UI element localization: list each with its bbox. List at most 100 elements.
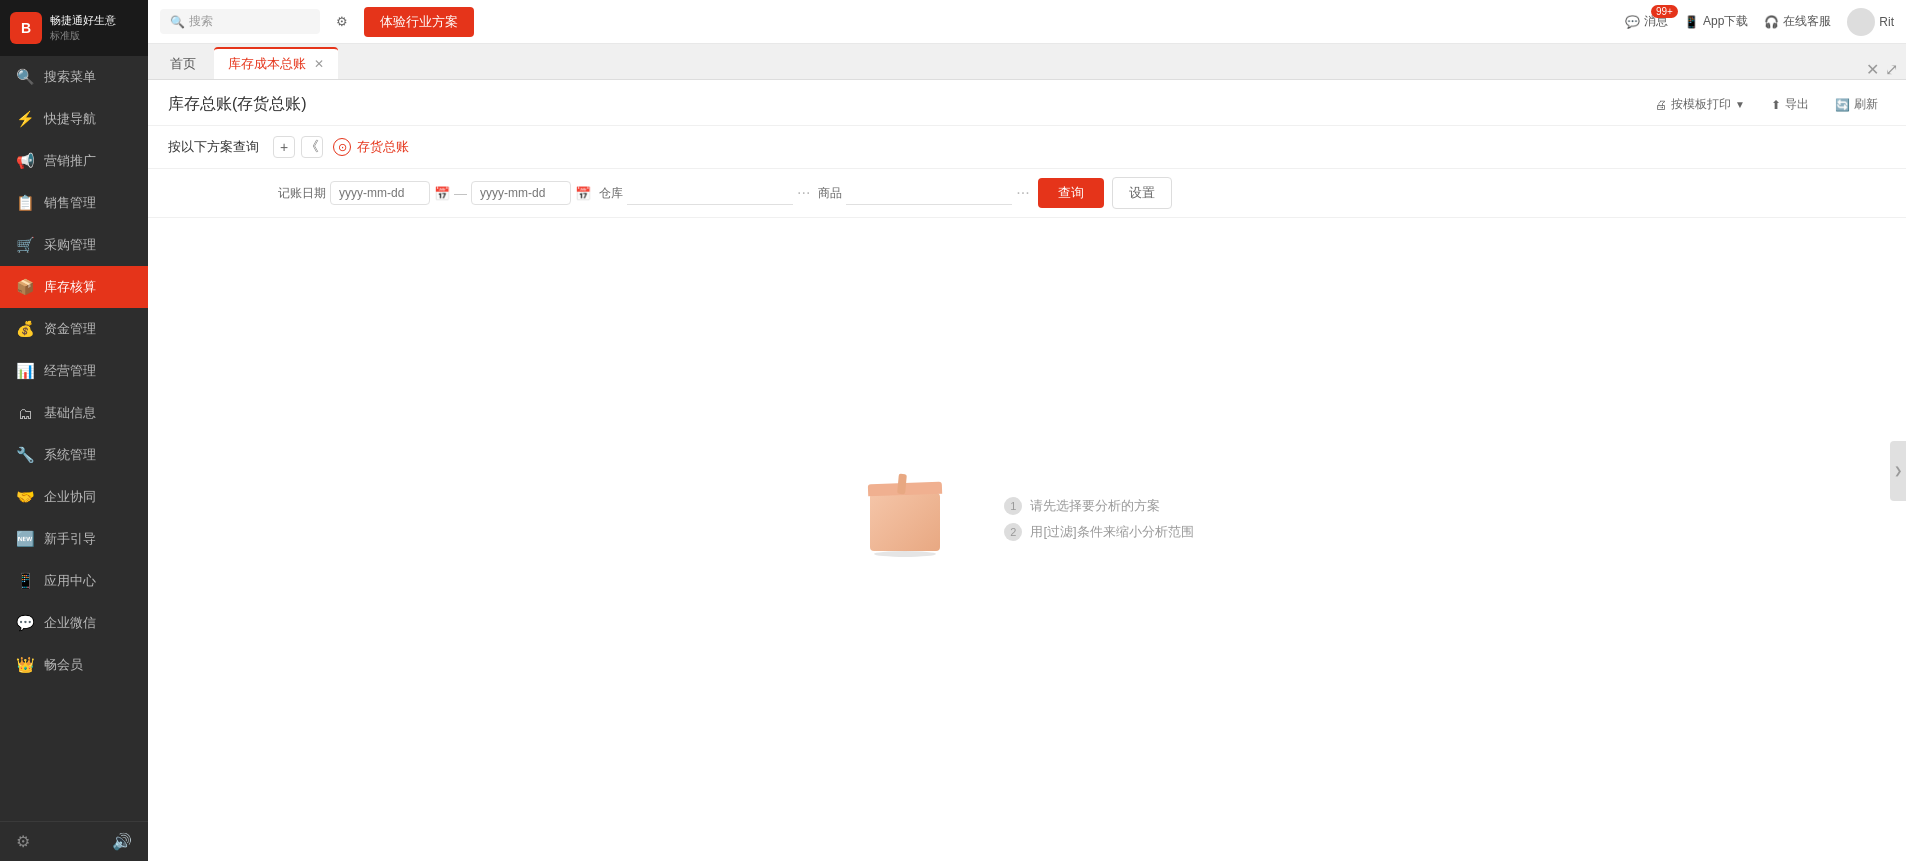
messages-btn[interactable]: 💬 消息 99+: [1625, 13, 1668, 30]
sidebar-icon-search: 🔍: [16, 68, 34, 86]
date-field: 记账日期 📅 — 📅: [278, 181, 591, 205]
sidebar-item-member[interactable]: 👑 畅会员: [0, 644, 148, 686]
sidebar-item-basic[interactable]: 🗂 基础信息: [0, 392, 148, 434]
sidebar-label-marketing: 营销推广: [44, 152, 96, 170]
sidebar-item-guide[interactable]: 🆕新手引导: [0, 518, 148, 560]
filter-scheme[interactable]: ⊙ 存货总账: [333, 138, 409, 156]
filter-collapse-btn[interactable]: 《: [301, 136, 323, 158]
tab-inventory-cost[interactable]: 库存成本总账✕: [214, 47, 338, 79]
sidebar-icon-shortcut: ⚡: [16, 110, 34, 128]
query-btn[interactable]: 查询: [1038, 178, 1104, 208]
warehouse-more-btn[interactable]: ···: [797, 184, 810, 202]
warehouse-field: 仓库 ···: [599, 182, 810, 205]
calendar-end-icon[interactable]: 📅: [575, 186, 591, 201]
sidebar-label-business: 经营管理: [44, 362, 96, 380]
sidebar-label-collab: 企业协同: [44, 488, 96, 506]
sidebar-label-finance: 资金管理: [44, 320, 96, 338]
sidebar-item-inventory[interactable]: 📦库存核算: [0, 266, 148, 308]
sidebar-item-collab[interactable]: 🤝 企业协同: [0, 476, 148, 518]
chevron-down-icon: ▼: [1735, 99, 1745, 110]
date-start-input[interactable]: [330, 181, 430, 205]
page-actions: 🖨 按模板打印 ▼ ⬆ 导出 🔄 刷新: [1647, 92, 1886, 117]
sidebar-label-wechat: 企业微信: [44, 614, 96, 632]
scheme-label: 存货总账: [357, 138, 409, 156]
settings-icon[interactable]: ⚙: [16, 832, 30, 851]
message-icon: 💬: [1625, 15, 1640, 29]
filter-add-btn[interactable]: +: [273, 136, 295, 158]
empty-illustration: [860, 469, 980, 569]
sidebar-item-appstore[interactable]: 📱应用中心: [0, 560, 148, 602]
sidebar-item-marketing[interactable]: 📢 营销推广: [0, 140, 148, 182]
warehouse-label: 仓库: [599, 185, 623, 202]
side-panel-toggle[interactable]: ❯: [1890, 441, 1906, 501]
sidebar-icon-wechat: 💬: [16, 614, 34, 632]
avatar: [1847, 8, 1875, 36]
warehouse-input[interactable]: [627, 182, 793, 205]
industry-btn[interactable]: 体验行业方案: [364, 7, 474, 37]
date-end-input[interactable]: [471, 181, 571, 205]
sidebar-label-purchase: 采购管理: [44, 236, 96, 254]
sidebar-item-wechat[interactable]: 💬 企业微信: [0, 602, 148, 644]
search-placeholder: 搜索: [189, 13, 213, 30]
page-header: 库存总账(存货总账) 🖨 按模板打印 ▼ ⬆ 导出 🔄 刷新: [148, 80, 1906, 126]
sidebar-item-business[interactable]: 📊 经营管理: [0, 350, 148, 392]
sidebar-item-finance[interactable]: 💰 资金管理: [0, 308, 148, 350]
tab-label-home: 首页: [170, 55, 196, 73]
tab-home[interactable]: 首页: [156, 49, 210, 79]
sidebar-item-sales[interactable]: 📋 销售管理: [0, 182, 148, 224]
sound-icon[interactable]: 🔊: [112, 832, 132, 851]
search-icon: 🔍: [170, 15, 185, 29]
online-service-btn[interactable]: 🎧 在线客服: [1764, 13, 1831, 30]
app-download-btn[interactable]: 📱 App下载: [1684, 13, 1748, 30]
sidebar-icon-sales: 📋: [16, 194, 34, 212]
sidebar-icon-member: 👑: [16, 656, 34, 674]
refresh-btn[interactable]: 🔄 刷新: [1827, 92, 1886, 117]
sidebar-icon-collab: 🤝: [16, 488, 34, 506]
sidebar-icon-finance: 💰: [16, 320, 34, 338]
sidebar-item-shortcut[interactable]: ⚡快捷导航: [0, 98, 148, 140]
messages-badge: 99+: [1651, 5, 1678, 18]
tip-2-num: 2: [1004, 523, 1022, 541]
tip-1-text: 请先选择要分析的方案: [1030, 497, 1160, 515]
product-field: 商品 ···: [818, 182, 1029, 205]
sidebar-label-search: 搜索菜单: [44, 68, 96, 86]
expand-icon[interactable]: ⤢: [1885, 60, 1898, 79]
close-panel-icon[interactable]: ✕: [1866, 60, 1879, 79]
print-template-label: 按模板打印: [1671, 96, 1731, 113]
sidebar-icon-purchase: 🛒: [16, 236, 34, 254]
printer-icon: 🖨: [1655, 98, 1667, 112]
topbar-settings-icon[interactable]: ⚙: [328, 8, 356, 36]
sidebar: B 畅捷通好生意 标准版 🔍搜索菜单⚡快捷导航📢营销推广📋销售管理🛒采购管理📦库…: [0, 0, 148, 861]
sidebar-icon-business: 📊: [16, 362, 34, 380]
topbar: 🔍 搜索 ⚙ 体验行业方案 💬 消息 99+ 📱 App下载 🎧 在线客服 Ri…: [148, 0, 1906, 44]
sidebar-label-inventory: 库存核算: [44, 278, 96, 296]
online-service-label: 在线客服: [1783, 13, 1831, 30]
tab-close-inventory-cost[interactable]: ✕: [314, 57, 324, 71]
filter-bar: 按以下方案查询 + 《 ⊙ 存货总账: [148, 126, 1906, 169]
scheme-icon: ⊙: [333, 138, 351, 156]
tip-1-num: 1: [1004, 497, 1022, 515]
user-name: Rit: [1879, 15, 1894, 29]
app-version: 标准版: [50, 29, 116, 43]
settings-btn[interactable]: 设置: [1112, 177, 1172, 209]
calendar-start-icon[interactable]: 📅: [434, 186, 450, 201]
search-box[interactable]: 🔍 搜索: [160, 9, 320, 34]
sidebar-icon-basic: 🗂: [16, 405, 34, 422]
product-more-btn[interactable]: ···: [1016, 184, 1029, 202]
sidebar-item-purchase[interactable]: 🛒 采购管理: [0, 224, 148, 266]
main-area: 🔍 搜索 ⚙ 体验行业方案 💬 消息 99+ 📱 App下载 🎧 在线客服 Ri…: [148, 0, 1906, 861]
app-download-label: App下载: [1703, 13, 1748, 30]
sidebar-icon-marketing: 📢: [16, 152, 34, 170]
sidebar-icon-appstore: 📱: [16, 572, 34, 590]
sidebar-item-search[interactable]: 🔍 搜索菜单: [0, 56, 148, 98]
print-template-btn[interactable]: 🖨 按模板打印 ▼: [1647, 92, 1753, 117]
sidebar-label-sales: 销售管理: [44, 194, 96, 212]
user-profile[interactable]: Rit: [1847, 8, 1894, 36]
sidebar-label-basic: 基础信息: [44, 404, 96, 422]
sidebar-label-member: 畅会员: [44, 656, 83, 674]
sidebar-item-system[interactable]: 🔧系统管理: [0, 434, 148, 476]
product-input[interactable]: [846, 182, 1012, 205]
sidebar-label-guide: 新手引导: [44, 530, 96, 548]
app-name: 畅捷通好生意: [50, 13, 116, 28]
export-btn[interactable]: ⬆ 导出: [1763, 92, 1817, 117]
